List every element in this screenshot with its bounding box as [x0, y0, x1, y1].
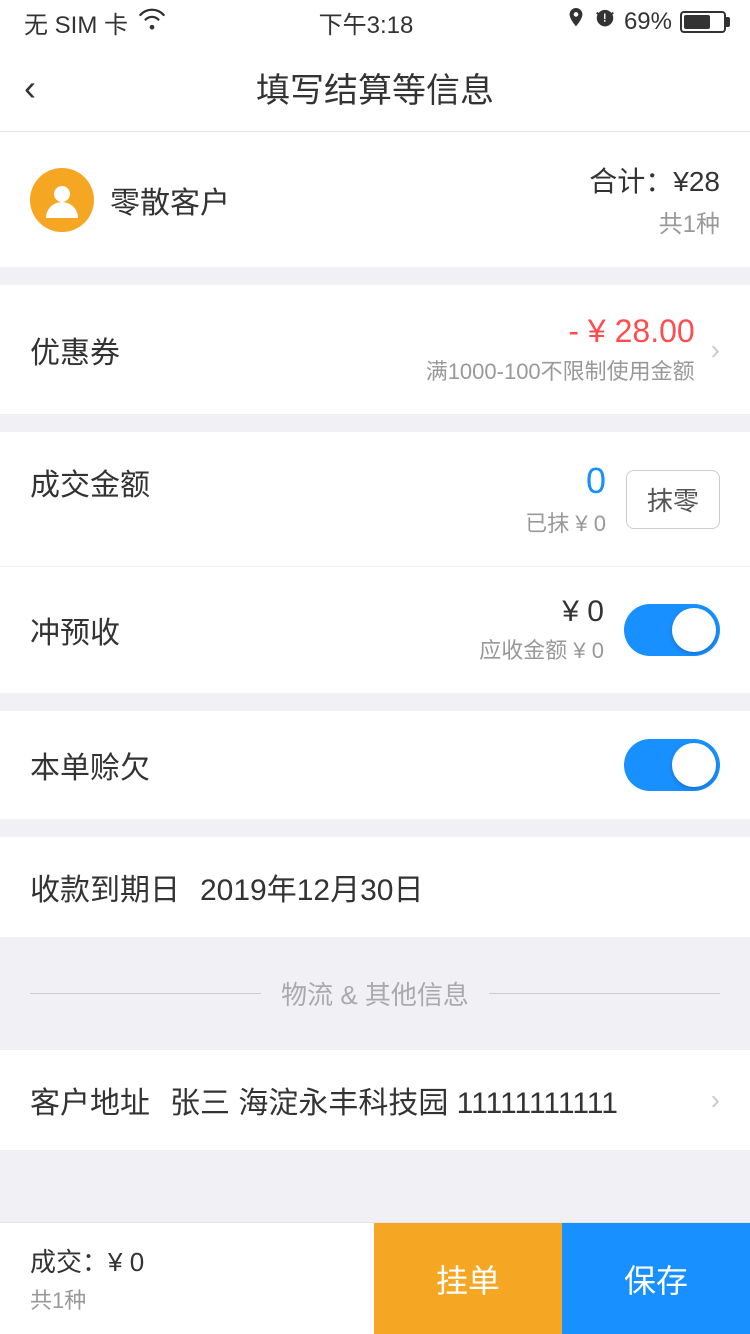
- precollect-values: ¥ 0 应收金额 ¥ 0: [479, 595, 604, 665]
- precollect-sub-value: 应收金额 ¥ 0: [479, 633, 604, 665]
- amount-right: 0 已抹 ¥ 0 抹零: [525, 460, 720, 538]
- debt-toggle[interactable]: [624, 739, 720, 791]
- customer-info-right: 合计：¥28 共1种: [589, 160, 720, 239]
- precollect-main-value: ¥ 0: [479, 595, 604, 629]
- logistics-section: 物流 & 其他信息: [0, 955, 750, 1032]
- customer-total: 合计：¥28: [589, 160, 720, 200]
- amount-value: 0: [525, 460, 606, 502]
- coupon-label: 优惠券: [30, 328, 120, 372]
- status-time: 下午3:18: [319, 5, 414, 40]
- amount-value-block: 0 已抹 ¥ 0: [525, 460, 606, 538]
- carrier-text: 无 SIM 卡: [24, 5, 128, 40]
- coupon-desc: 满1000-100不限制使用金额: [426, 354, 695, 386]
- save-button[interactable]: 保存: [562, 1223, 750, 1334]
- customer-name: 零散客户: [110, 178, 230, 222]
- due-date-row[interactable]: 收款到期日 2019年12月30日: [0, 837, 750, 937]
- due-date-label: 收款到期日: [30, 865, 180, 909]
- bottom-label-text: 成交：: [30, 1247, 108, 1277]
- address-value: 张三 海淀永丰科技园 11111111111: [170, 1078, 711, 1122]
- content-area: 零散客户 合计：¥28 共1种 优惠券 - ¥ 28.00 满1000-100不…: [0, 132, 750, 1270]
- debt-label: 本单赊欠: [30, 743, 150, 787]
- round-button[interactable]: 抹零: [626, 470, 720, 529]
- bottom-info: 成交：¥ 0 共1种: [0, 1242, 374, 1315]
- bottom-count: 共1种: [30, 1283, 344, 1315]
- customer-count: 共1种: [589, 204, 720, 239]
- bottom-transaction-label: 成交：¥ 0: [30, 1242, 344, 1279]
- status-left: 无 SIM 卡: [24, 5, 166, 40]
- amount-row: 成交金额 0 已抹 ¥ 0 抹零: [0, 432, 750, 567]
- status-bar: 无 SIM 卡 下午3:18 69%: [0, 0, 750, 44]
- back-button[interactable]: ‹: [24, 67, 36, 109]
- amount-sub: 已抹 ¥ 0: [525, 506, 606, 538]
- debt-row: 本单赊欠: [0, 711, 750, 819]
- logistics-text: 物流 & 其他信息: [261, 975, 489, 1012]
- bottom-bar: 成交：¥ 0 共1种 挂单 保存: [0, 1222, 750, 1334]
- amount-label: 成交金额: [30, 460, 150, 504]
- customer-row: 零散客户 合计：¥28 共1种: [0, 132, 750, 267]
- coupon-row[interactable]: 优惠券 - ¥ 28.00 满1000-100不限制使用金额 ›: [0, 285, 750, 414]
- battery-icon: [680, 11, 726, 33]
- battery-percent: 69%: [624, 8, 672, 36]
- avatar: [30, 168, 94, 232]
- address-row[interactable]: 客户地址 张三 海淀永丰科技园 11111111111 ›: [0, 1050, 750, 1150]
- address-chevron-right-icon: ›: [711, 1084, 720, 1116]
- toggle-thumb: [672, 608, 716, 652]
- transaction-section: 成交金额 0 已抹 ¥ 0 抹零 冲预收 ¥ 0 应收金额 ¥ 0: [0, 432, 750, 693]
- coupon-right: - ¥ 28.00 满1000-100不限制使用金额 ›: [426, 313, 720, 386]
- nav-bar: ‹ 填写结算等信息: [0, 44, 750, 132]
- chevron-right-icon: ›: [711, 334, 720, 366]
- alarm-icon: [594, 8, 616, 37]
- hang-label: 挂单: [436, 1256, 500, 1302]
- save-label: 保存: [624, 1256, 688, 1302]
- address-label: 客户地址: [30, 1078, 150, 1122]
- page-title: 填写结算等信息: [256, 63, 494, 112]
- precollect-toggle[interactable]: [624, 604, 720, 656]
- precollect-label: 冲预收: [30, 608, 120, 652]
- coupon-section[interactable]: 优惠券 - ¥ 28.00 满1000-100不限制使用金额 ›: [0, 285, 750, 414]
- location-icon: [566, 8, 586, 37]
- hang-button[interactable]: 挂单: [374, 1223, 562, 1334]
- logistics-line-left: [30, 993, 261, 994]
- status-right: 69%: [566, 8, 726, 37]
- bottom-value-text: ¥ 0: [108, 1247, 144, 1277]
- coupon-discount: - ¥ 28.00: [426, 313, 695, 350]
- precollect-row: 冲预收 ¥ 0 应收金额 ¥ 0: [0, 567, 750, 693]
- wifi-icon: [138, 8, 166, 36]
- precollect-right: ¥ 0 应收金额 ¥ 0: [479, 595, 720, 665]
- due-date-value: 2019年12月30日: [200, 865, 423, 909]
- customer-left: 零散客户: [30, 168, 230, 232]
- coupon-value-block: - ¥ 28.00 满1000-100不限制使用金额: [426, 313, 695, 386]
- battery-fill: [684, 15, 710, 29]
- debt-toggle-thumb: [672, 743, 716, 787]
- logistics-line-right: [489, 993, 720, 994]
